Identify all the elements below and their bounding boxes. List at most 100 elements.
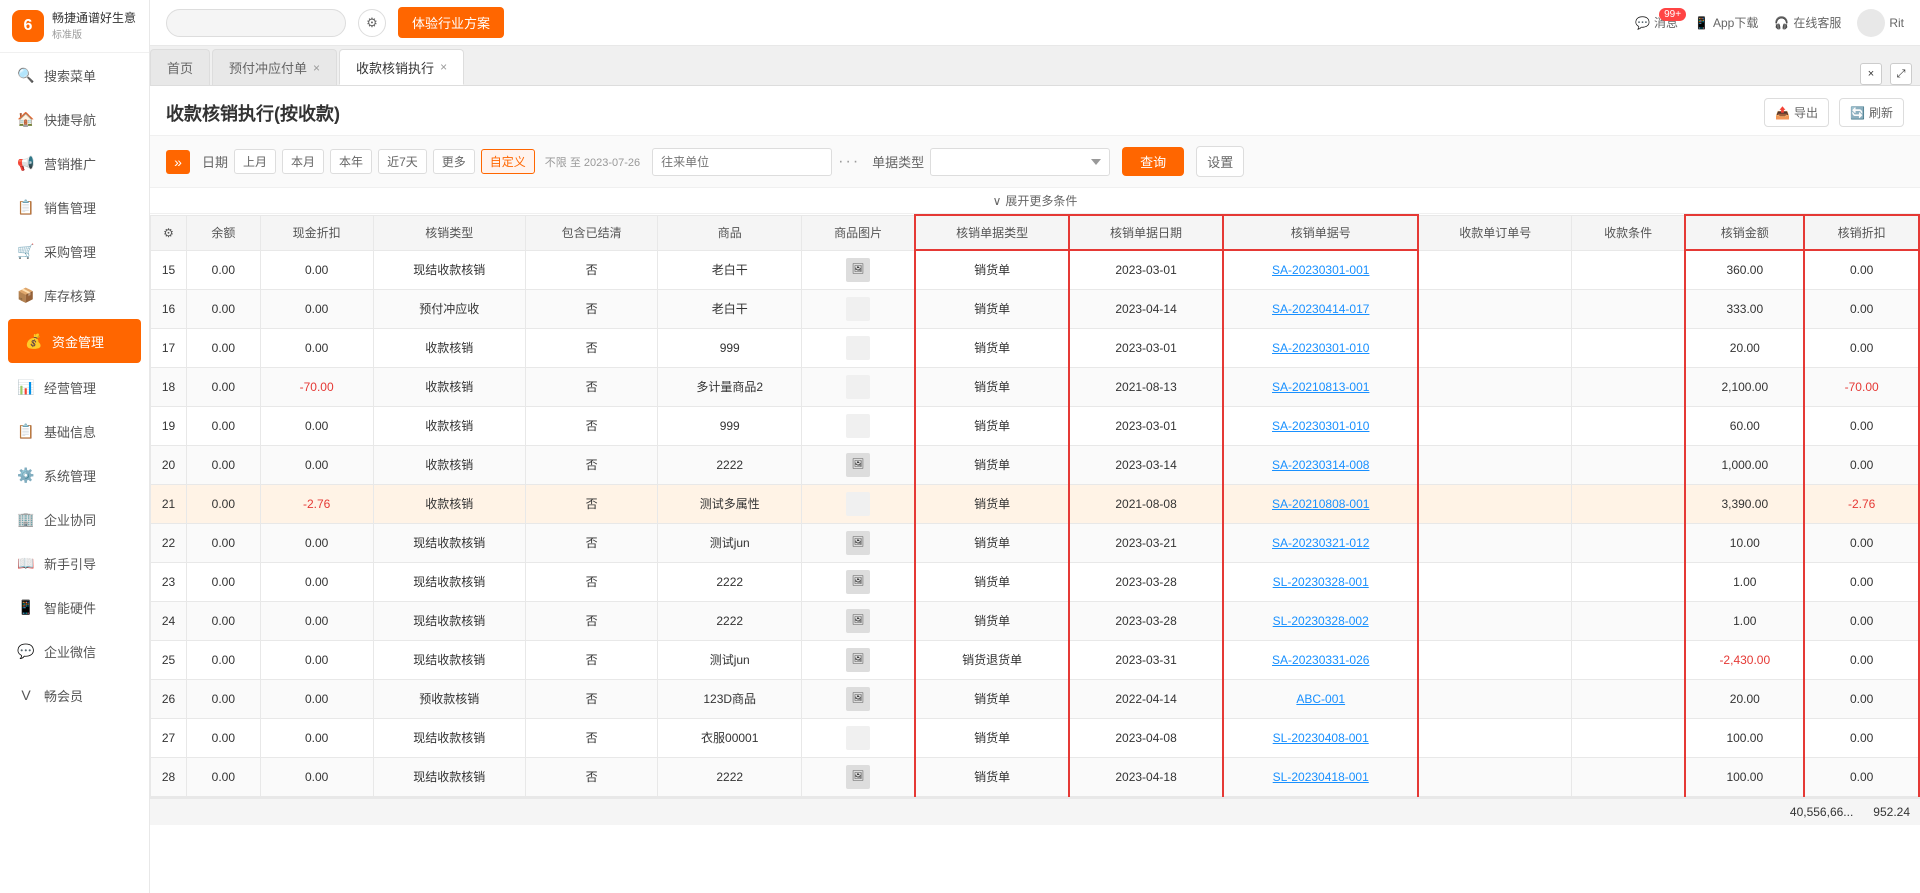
row-voucher-no[interactable]: SA-20230314-008 bbox=[1223, 445, 1418, 484]
tab-collection[interactable]: 收款核销执行 × bbox=[339, 49, 464, 85]
service-btn[interactable]: 🎧 在线客服 bbox=[1774, 14, 1841, 31]
sidebar-logo: 6 畅捷通谱好生意 标准版 bbox=[0, 0, 149, 53]
date-btn-7days[interactable]: 近7天 bbox=[378, 149, 427, 174]
row-voucher-no[interactable]: SA-20230414-017 bbox=[1223, 289, 1418, 328]
sidebar-icon-search: 🔍 bbox=[16, 65, 36, 85]
row-order-no bbox=[1418, 679, 1571, 718]
col-gear[interactable]: ⚙ bbox=[151, 215, 187, 250]
row-condition bbox=[1572, 640, 1686, 679]
partner-input[interactable] bbox=[652, 148, 832, 176]
row-balance: 0.00 bbox=[187, 718, 261, 757]
row-voucher-type: 销货单 bbox=[915, 757, 1069, 796]
date-btn-this-month[interactable]: 本月 bbox=[282, 149, 324, 174]
row-product-img bbox=[801, 484, 915, 523]
voucher-type-select[interactable] bbox=[930, 148, 1110, 176]
date-btn-last-month[interactable]: 上月 bbox=[234, 149, 276, 174]
filter-expand-btn[interactable]: » bbox=[166, 150, 190, 174]
query-btn[interactable]: 查询 bbox=[1122, 147, 1184, 176]
tab-home[interactable]: 首页 bbox=[150, 49, 210, 85]
partner-dots[interactable]: ··· bbox=[838, 153, 860, 171]
row-include-settled: 否 bbox=[525, 679, 658, 718]
row-order-no bbox=[1418, 328, 1571, 367]
service-label: 在线客服 bbox=[1793, 14, 1841, 31]
sidebar-item-smart-hw[interactable]: 📱 智能硬件 bbox=[0, 585, 149, 629]
row-voucher-no[interactable]: SA-20230301-010 bbox=[1223, 406, 1418, 445]
row-product-img: 🖼 bbox=[801, 679, 915, 718]
export-icon: 📤 bbox=[1775, 106, 1790, 120]
row-balance: 0.00 bbox=[187, 640, 261, 679]
table-row: 15 0.00 0.00 现结收款核销 否 老白干 🖼 销货单 2023-03-… bbox=[151, 250, 1920, 289]
row-voucher-date: 2023-03-21 bbox=[1069, 523, 1223, 562]
tab-prepay-close[interactable]: × bbox=[313, 61, 320, 75]
logo-icon: 6 bbox=[12, 10, 44, 42]
user-menu[interactable]: Rit bbox=[1857, 9, 1904, 37]
row-num: 21 bbox=[151, 484, 187, 523]
filter-setting-btn[interactable]: 设置 bbox=[1196, 146, 1244, 177]
refresh-btn[interactable]: 🔄 刷新 bbox=[1839, 98, 1904, 127]
notification-btn[interactable]: 💬 消息 99+ bbox=[1635, 14, 1678, 31]
sidebar-item-basic[interactable]: 📋 基础信息 bbox=[0, 409, 149, 453]
export-btn[interactable]: 📤 导出 bbox=[1764, 98, 1829, 127]
sidebar-item-purchase[interactable]: 🛒 采购管理 bbox=[0, 229, 149, 273]
tab-prepay[interactable]: 预付冲应付单 × bbox=[212, 49, 337, 85]
row-cash-discount: 0.00 bbox=[260, 406, 373, 445]
sidebar-item-enterprise[interactable]: 🏢 企业协同 bbox=[0, 497, 149, 541]
row-voucher-no[interactable]: ABC-001 bbox=[1223, 679, 1418, 718]
row-cash-discount: 0.00 bbox=[260, 328, 373, 367]
row-voucher-no[interactable]: SL-20230328-001 bbox=[1223, 562, 1418, 601]
row-write-off-amount: 2,100.00 bbox=[1685, 367, 1804, 406]
top-header: ⚙ 体验行业方案 💬 消息 99+ 📱 App下载 🎧 在线客服 Rit bbox=[150, 0, 1920, 46]
row-write-off-amount: 100.00 bbox=[1685, 757, 1804, 796]
row-voucher-no[interactable]: SL-20230328-002 bbox=[1223, 601, 1418, 640]
settings-icon[interactable]: ⚙ bbox=[358, 9, 386, 37]
row-balance: 0.00 bbox=[187, 445, 261, 484]
sidebar-item-wechat[interactable]: 💬 企业微信 bbox=[0, 629, 149, 673]
sidebar-icon-system: ⚙️ bbox=[16, 465, 36, 485]
row-write-off-amount: -2,430.00 bbox=[1685, 640, 1804, 679]
tab-expand-btn[interactable]: ⤢ bbox=[1890, 63, 1912, 85]
row-write-off-type: 现结收款核销 bbox=[373, 250, 525, 289]
tab-collection-close[interactable]: × bbox=[440, 60, 447, 74]
row-write-off-discount: 0.00 bbox=[1804, 757, 1919, 796]
row-voucher-no[interactable]: SA-20230331-026 bbox=[1223, 640, 1418, 679]
date-btn-custom[interactable]: 自定义 bbox=[481, 149, 535, 174]
date-btn-more[interactable]: 更多 bbox=[433, 149, 475, 174]
row-include-settled: 否 bbox=[525, 289, 658, 328]
row-write-off-type: 预收款核销 bbox=[373, 679, 525, 718]
row-num: 22 bbox=[151, 523, 187, 562]
app-download-btn[interactable]: 📱 App下载 bbox=[1694, 14, 1758, 31]
search-input[interactable] bbox=[166, 9, 346, 37]
row-balance: 0.00 bbox=[187, 601, 261, 640]
row-voucher-date: 2023-03-28 bbox=[1069, 601, 1223, 640]
sidebar-item-marketing[interactable]: 📢 营销推广 bbox=[0, 141, 149, 185]
expand-more-btn[interactable]: ∨ 展开更多条件 bbox=[993, 192, 1078, 209]
row-num: 23 bbox=[151, 562, 187, 601]
sidebar-item-guide[interactable]: 📖 新手引导 bbox=[0, 541, 149, 585]
row-voucher-no[interactable]: SA-20230301-010 bbox=[1223, 328, 1418, 367]
sidebar-item-inventory[interactable]: 📦 库存核算 bbox=[0, 273, 149, 317]
row-product-img: 🖼 bbox=[801, 445, 915, 484]
date-btn-this-year[interactable]: 本年 bbox=[330, 149, 372, 174]
sidebar-icon-guide: 📖 bbox=[16, 553, 36, 573]
sidebar-item-member[interactable]: V 畅会员 bbox=[0, 673, 149, 717]
row-write-off-discount: 0.00 bbox=[1804, 601, 1919, 640]
sidebar-item-operation[interactable]: 📊 经营管理 bbox=[0, 365, 149, 409]
row-voucher-no[interactable]: SA-20230301-001 bbox=[1223, 250, 1418, 289]
sidebar-item-finance[interactable]: 💰 资金管理 bbox=[8, 319, 141, 363]
industry-btn[interactable]: 体验行业方案 bbox=[398, 7, 504, 38]
row-voucher-no[interactable]: SA-20210808-001 bbox=[1223, 484, 1418, 523]
row-voucher-no[interactable]: SA-20210813-001 bbox=[1223, 367, 1418, 406]
sidebar-item-sales[interactable]: 📋 销售管理 bbox=[0, 185, 149, 229]
sidebar-item-search[interactable]: 🔍 搜索菜单 bbox=[0, 53, 149, 97]
tab-close-all-btn[interactable]: × bbox=[1860, 63, 1882, 85]
sidebar-item-system[interactable]: ⚙️ 系统管理 bbox=[0, 453, 149, 497]
row-voucher-date: 2023-04-08 bbox=[1069, 718, 1223, 757]
row-voucher-no[interactable]: SL-20230418-001 bbox=[1223, 757, 1418, 796]
table-row: 20 0.00 0.00 收款核销 否 2222 🖼 销货单 2023-03-1… bbox=[151, 445, 1920, 484]
row-voucher-no[interactable]: SL-20230408-001 bbox=[1223, 718, 1418, 757]
row-voucher-type: 销货单 bbox=[915, 562, 1069, 601]
row-product: 测试jun bbox=[658, 640, 802, 679]
top-header-right: 💬 消息 99+ 📱 App下载 🎧 在线客服 Rit bbox=[1635, 9, 1904, 37]
sidebar-item-quick-nav[interactable]: 🏠 快捷导航 bbox=[0, 97, 149, 141]
row-voucher-no[interactable]: SA-20230321-012 bbox=[1223, 523, 1418, 562]
